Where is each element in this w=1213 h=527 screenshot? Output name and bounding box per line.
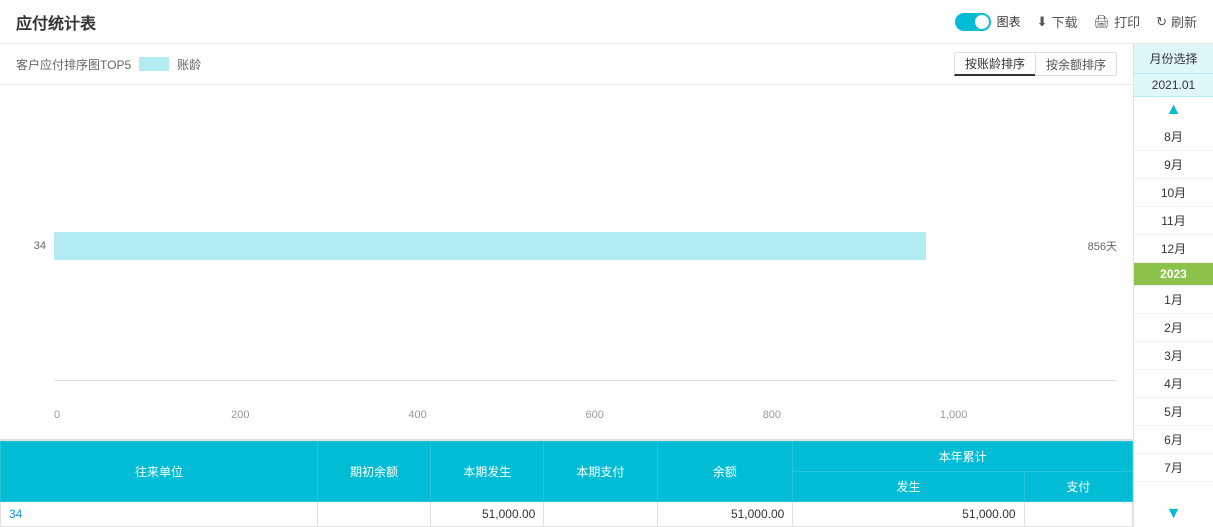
- right-sidebar: 月份选择 2021.01 ▲ 8月 9月 10月 11月 12月 2023 1月…: [1133, 44, 1213, 527]
- year-2023-marker: 2023: [1134, 263, 1213, 286]
- cell-period-balance: [317, 502, 430, 527]
- y-axis-label: 34: [16, 240, 46, 252]
- bar-fill: [54, 232, 926, 260]
- x-tick-1000: 1,000: [940, 409, 1117, 421]
- chart-header: 客户应付排序图TOP5 账龄 按账龄排序 按余额排序: [0, 44, 1133, 85]
- print-icon: 🖨: [1094, 14, 1111, 30]
- th-ytd-pay: 支付: [1024, 472, 1132, 502]
- sidebar-down-button[interactable]: ▼: [1134, 501, 1213, 527]
- sidebar-months: 8月 9月 10月 11月 12月 2023 1月 2月 3月 4月 5月 6月…: [1134, 123, 1213, 501]
- chart-sort-buttons: 按账龄排序 按余额排序: [954, 52, 1117, 76]
- download-button[interactable]: ⬇ 下载: [1037, 12, 1078, 31]
- refresh-button[interactable]: ↻ 刷新: [1156, 12, 1197, 31]
- th-ytd: 本年累计: [793, 442, 1133, 472]
- month-10[interactable]: 10月: [1134, 179, 1213, 207]
- month-12[interactable]: 12月: [1134, 235, 1213, 263]
- cell-current-occur: 51,000.00: [431, 502, 544, 527]
- chart-legend: 客户应付排序图TOP5 账龄: [16, 56, 201, 73]
- table-header-row-1: 往来单位 期初余额 本期发生 本期支付 余额 本年累计: [1, 442, 1133, 472]
- month-6[interactable]: 6月: [1134, 426, 1213, 454]
- app-container: 应付统计表 图表 ⬇ 下载 🖨 打印 ↻ 刷新: [0, 0, 1213, 527]
- x-tick-800: 800: [763, 409, 940, 421]
- main-content: 客户应付排序图TOP5 账龄 按账龄排序 按余额排序 34: [0, 44, 1213, 527]
- month-2[interactable]: 2月: [1134, 314, 1213, 342]
- month-7[interactable]: 7月: [1134, 454, 1213, 482]
- toggle-knob: [975, 15, 989, 29]
- x-tick-400: 400: [408, 409, 585, 421]
- chart-toggle-wrapper[interactable]: 图表: [955, 13, 1021, 31]
- cell-ytd-pay: [1024, 502, 1132, 527]
- legend-label: 客户应付排序图TOP5: [16, 56, 131, 73]
- sidebar-header: 月份选择: [1134, 44, 1213, 74]
- sidebar-up-button[interactable]: ▲: [1134, 97, 1213, 123]
- table-section: 往来单位 期初余额 本期发生 本期支付 余额 本年累计 发生 支付: [0, 439, 1133, 527]
- month-1[interactable]: 1月: [1134, 286, 1213, 314]
- header: 应付统计表 图表 ⬇ 下载 🖨 打印 ↻ 刷新: [0, 0, 1213, 44]
- page-title: 应付统计表: [16, 10, 96, 34]
- sort-by-amount-button[interactable]: 按余额排序: [1035, 52, 1117, 76]
- bar-chart-area: 34 856天: [16, 95, 1117, 405]
- th-current-occur: 本期发生: [431, 442, 544, 502]
- cell-name: 34: [1, 502, 318, 527]
- cell-balance: 51,000.00: [657, 502, 793, 527]
- th-name: 往来单位: [1, 442, 318, 502]
- chart-body: 34 856天 0 200 400 600 800 1: [0, 85, 1133, 439]
- chart-label: 图表: [997, 13, 1021, 30]
- legend-box: [139, 57, 169, 71]
- x-tick-600: 600: [586, 409, 763, 421]
- table-row: 34 51,000.00 51,000.00 51,000.00: [1, 502, 1133, 527]
- table-wrapper[interactable]: 往来单位 期初余额 本期发生 本期支付 余额 本年累计 发生 支付: [0, 441, 1133, 527]
- th-current-pay: 本期支付: [544, 442, 657, 502]
- table-body: 34 51,000.00 51,000.00 51,000.00: [1, 502, 1133, 527]
- refresh-label: 刷新: [1171, 12, 1197, 31]
- chart-section: 客户应付排序图TOP5 账龄 按账龄排序 按余额排序 34: [0, 44, 1133, 527]
- download-icon: ⬇: [1037, 14, 1048, 30]
- th-balance: 余额: [657, 442, 793, 502]
- bar-row: 34 856天: [16, 232, 1117, 260]
- month-11[interactable]: 11月: [1134, 207, 1213, 235]
- legend-box-label: 账龄: [177, 56, 201, 73]
- sort-by-balance-button[interactable]: 按账龄排序: [954, 52, 1035, 76]
- bar-end-label: 856天: [1088, 238, 1117, 254]
- data-table: 往来单位 期初余额 本期发生 本期支付 余额 本年累计 发生 支付: [0, 441, 1133, 527]
- print-button[interactable]: 🖨 打印: [1094, 12, 1141, 31]
- download-label: 下载: [1052, 12, 1078, 31]
- th-ytd-occur: 发生: [793, 472, 1024, 502]
- x-axis-line: [54, 380, 1117, 381]
- refresh-icon: ↻: [1156, 14, 1167, 30]
- header-actions: 图表 ⬇ 下载 🖨 打印 ↻ 刷新: [955, 12, 1197, 31]
- month-9[interactable]: 9月: [1134, 151, 1213, 179]
- month-5[interactable]: 5月: [1134, 398, 1213, 426]
- sidebar-current-period: 2021.01: [1134, 74, 1213, 97]
- x-tick-0: 0: [54, 409, 231, 421]
- cell-ytd-occur: 51,000.00: [793, 502, 1024, 527]
- cell-current-pay: [544, 502, 657, 527]
- th-period-balance: 期初余额: [317, 442, 430, 502]
- month-4[interactable]: 4月: [1134, 370, 1213, 398]
- month-8[interactable]: 8月: [1134, 123, 1213, 151]
- bar-container: [54, 232, 1080, 260]
- month-3[interactable]: 3月: [1134, 342, 1213, 370]
- print-label: 打印: [1114, 12, 1140, 31]
- chart-toggle[interactable]: [955, 13, 991, 31]
- row-link[interactable]: 34: [9, 507, 22, 521]
- x-axis-ticks: 0 200 400 600 800 1,000: [16, 409, 1117, 421]
- x-tick-200: 200: [231, 409, 408, 421]
